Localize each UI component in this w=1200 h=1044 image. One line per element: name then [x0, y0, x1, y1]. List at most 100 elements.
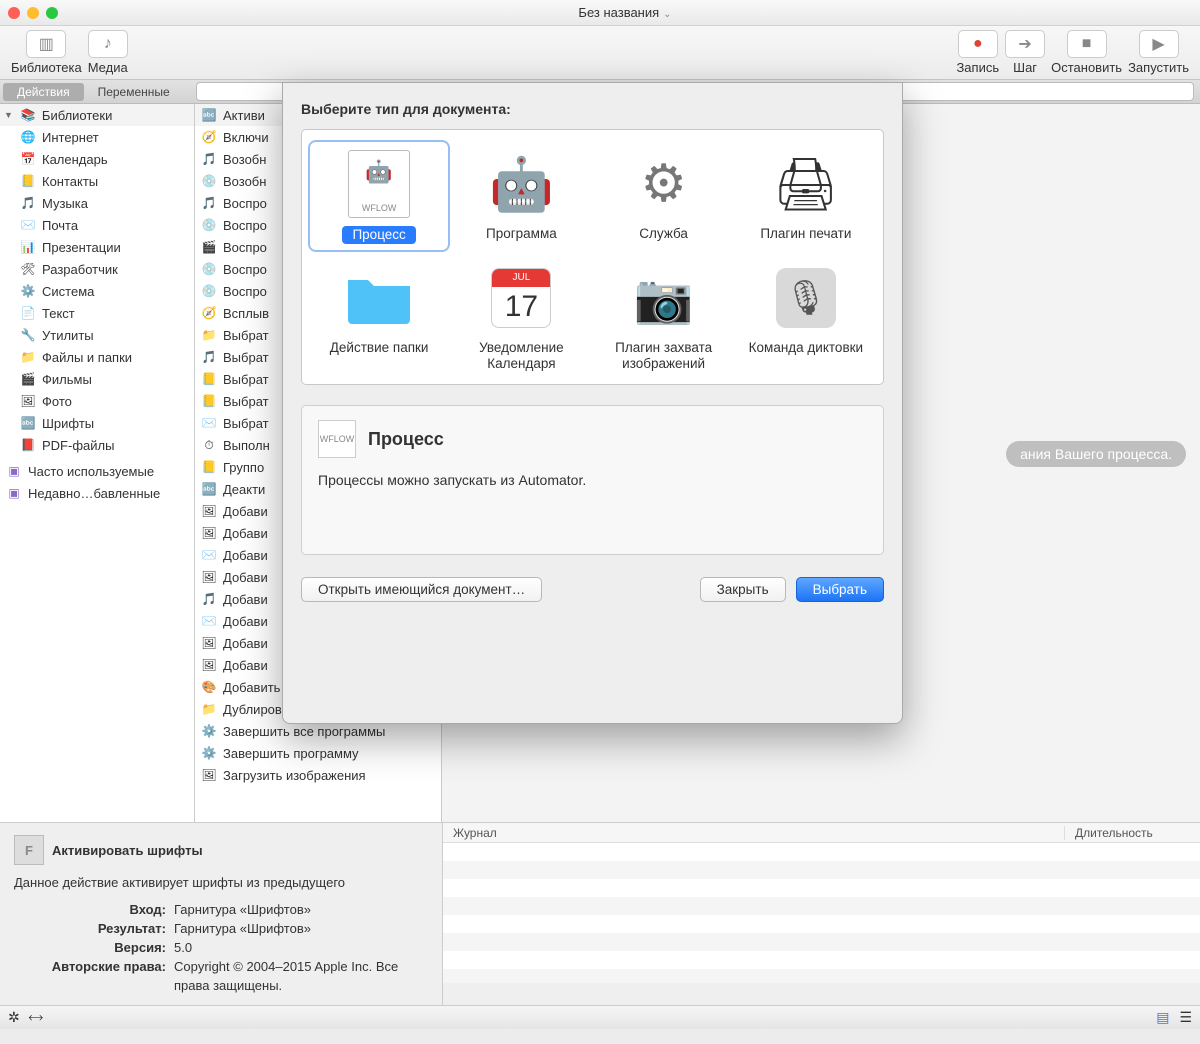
sidebar-item[interactable]: 📊Презентации [0, 236, 194, 258]
run-button[interactable]: ▶Запустить [1128, 30, 1189, 75]
log-col-duration[interactable]: Длительность [1065, 826, 1200, 840]
zoom-window-icon[interactable] [46, 7, 58, 19]
category-icon: 📅 [20, 151, 36, 167]
action-icon: 🎵 [201, 151, 217, 167]
chevron-down-icon[interactable]: ⌄ [663, 9, 671, 20]
open-existing-button[interactable]: Открыть имеющийся документ… [301, 577, 542, 602]
sidebar-item[interactable]: 📅Календарь [0, 148, 194, 170]
category-icon: 🎬 [20, 371, 36, 387]
action-icon: 🎬 [201, 239, 217, 255]
doc-type-gear[interactable]: ⚙Служба [595, 142, 733, 250]
doc-type-label: Процесс [342, 226, 415, 244]
type-desc-text: Процессы можно запускать из Automator. [318, 472, 867, 488]
sidebar-frequent[interactable]: ▣Часто используемые [0, 460, 194, 482]
action-icon: 🧭 [201, 305, 217, 321]
action-icon: 🎨 [201, 679, 217, 695]
close-button[interactable]: Закрыть [700, 577, 786, 602]
action-label: Выбрат [223, 416, 269, 431]
category-icon: 📁 [20, 349, 36, 365]
action-icon: 📁 [201, 327, 217, 343]
action-icon: 🖼 [201, 767, 217, 783]
sidebar-item[interactable]: 🛠Разработчик [0, 258, 194, 280]
log-header: Журнал Длительность [443, 823, 1200, 843]
sidebar-item[interactable]: 🎬Фильмы [0, 368, 194, 390]
action-icon: 🖼 [201, 635, 217, 651]
action-label: Загрузить изображения [223, 768, 366, 783]
sidebar-item-label: Утилиты [42, 328, 94, 343]
view-list-icon[interactable]: ☰ [1179, 1009, 1192, 1026]
action-label: Группо [223, 460, 264, 475]
action-label: Воспро [223, 284, 267, 299]
step-button[interactable]: ➔Шаг [1005, 30, 1045, 75]
doc-type-camera[interactable]: 📷Плагин захвата изображений [595, 256, 733, 378]
sidebar-item-label: Почта [42, 218, 78, 233]
sidebar-item[interactable]: ✉️Почта [0, 214, 194, 236]
sidebar-item[interactable]: 🌐Интернет [0, 126, 194, 148]
category-icon: 📊 [20, 239, 36, 255]
sidebar-item[interactable]: 📄Текст [0, 302, 194, 324]
media-button[interactable]: ♪Медиа [88, 30, 128, 75]
sidebar-item-label: Контакты [42, 174, 98, 189]
sidebar-item-label: Фото [42, 394, 72, 409]
doc-type-wflow[interactable]: 🤖WFLOWПроцесс [310, 142, 448, 250]
sheet-title: Выберите тип для документа: [301, 101, 884, 117]
robot-icon: 🤖 [483, 146, 559, 222]
action-icon: 🖼 [201, 657, 217, 673]
action-icon: 📒 [201, 459, 217, 475]
minimize-window-icon[interactable] [27, 7, 39, 19]
category-icon: ⚙️ [20, 283, 36, 299]
sidebar-item[interactable]: ⚙️Система [0, 280, 194, 302]
sidebar-item-label: Текст [42, 306, 75, 321]
disclosure-triangle-icon[interactable]: ▼ [4, 110, 13, 120]
doc-type-folder[interactable]: Действие папки [310, 256, 448, 378]
sidebar-item[interactable]: 🔤Шрифты [0, 412, 194, 434]
log-col-journal[interactable]: Журнал [443, 826, 1065, 840]
action-label: Включи [223, 130, 269, 145]
close-window-icon[interactable] [8, 7, 20, 19]
action-label: Возобн [223, 174, 266, 189]
gear-icon[interactable]: ✲ [8, 1009, 20, 1026]
record-button[interactable]: ●Запись [956, 30, 999, 75]
tab-actions[interactable]: Действия [3, 83, 84, 101]
action-info: FАктивировать шрифты Данное действие акт… [0, 823, 442, 1005]
sidebar-item[interactable]: 📕PDF-файлы [0, 434, 194, 456]
action-icon: 🧭 [201, 129, 217, 145]
log-panel: Журнал Длительность [442, 823, 1200, 1005]
doc-type-mic[interactable]: 🎙Команда диктовки [737, 256, 875, 378]
sidebar-item[interactable]: 🔧Утилиты [0, 324, 194, 346]
sidebar-item[interactable]: 📁 Файлы и папки [0, 346, 194, 368]
action-label: Добави [223, 658, 268, 673]
action-label: Всплыв [223, 306, 269, 321]
library-button[interactable]: ▥Библиотека [11, 30, 82, 75]
sidebar-item-label: Файлы и папки [42, 350, 132, 365]
sidebar-recent[interactable]: ▣Недавно…бавленные [0, 482, 194, 504]
stop-button[interactable]: ■Остановить [1051, 30, 1122, 75]
doc-type-calendar[interactable]: JUL17Уведомление Календаря [452, 256, 590, 378]
action-icon: 🔤 [201, 481, 217, 497]
doc-type-robot[interactable]: 🤖Программа [452, 142, 590, 250]
doc-type-printer[interactable]: 🖨Плагин печати [737, 142, 875, 250]
tab-variables[interactable]: Переменные [84, 83, 184, 101]
window-controls [8, 7, 58, 19]
action-icon: ⚙️ [201, 723, 217, 739]
sidebar-item[interactable]: 🎵Музыка [0, 192, 194, 214]
action-icon: ⚙️ [201, 745, 217, 761]
titlebar: Без названия⌄ [0, 0, 1200, 26]
sidebar-header-libraries[interactable]: ▼📚Библиотеки [0, 104, 194, 126]
printer-icon: 🖨 [768, 146, 844, 222]
sidebar-item[interactable]: 🖼Фото [0, 390, 194, 412]
view-flow-icon[interactable]: ▤ [1156, 1009, 1169, 1026]
action-row[interactable]: ⚙️Завершить программу [195, 742, 441, 764]
expand-icon[interactable]: ⤢ [25, 1008, 45, 1028]
action-label: Добави [223, 592, 268, 607]
action-label: Деакти [223, 482, 265, 497]
action-label: Добави [223, 570, 268, 585]
doc-type-label: Уведомление Календаря [454, 340, 588, 372]
choose-button[interactable]: Выбрать [796, 577, 884, 602]
action-label: Воспро [223, 218, 267, 233]
action-icon: 🖼 [201, 525, 217, 541]
type-description-box: WFLOW Процесс Процессы можно запускать и… [301, 405, 884, 555]
sidebar-item[interactable]: 📒Контакты [0, 170, 194, 192]
action-row[interactable]: 🖼 Загрузить изображения [195, 764, 441, 786]
action-icon: 💿 [201, 173, 217, 189]
